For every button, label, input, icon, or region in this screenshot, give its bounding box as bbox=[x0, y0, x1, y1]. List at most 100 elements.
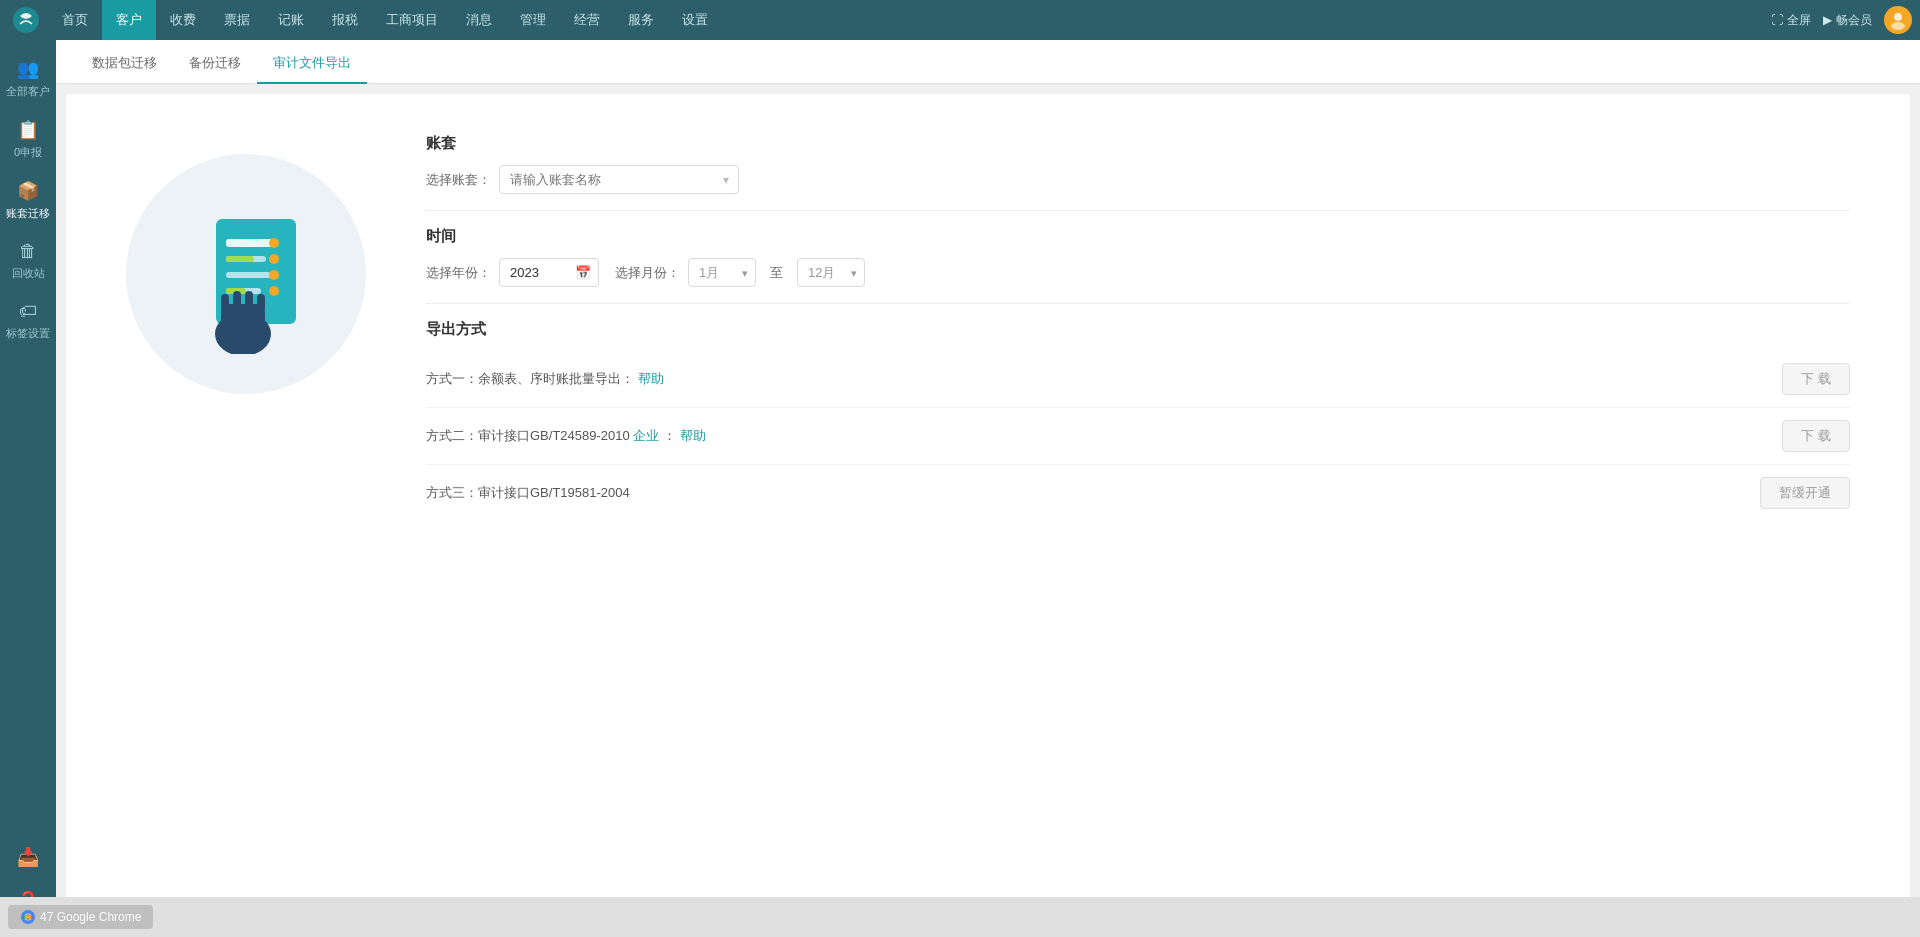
account-label: 选择账套： bbox=[426, 171, 491, 189]
nav-home[interactable]: 首页 bbox=[48, 0, 102, 40]
tab-data-migrate[interactable]: 数据包迁移 bbox=[76, 44, 173, 84]
sidebar-label-tag-settings: 标签设置 bbox=[6, 326, 50, 341]
nav-manage[interactable]: 管理 bbox=[506, 0, 560, 40]
method-2-download-button[interactable]: 下 载 bbox=[1782, 420, 1850, 452]
method-2-company-link[interactable]: 企业 bbox=[633, 428, 659, 443]
year-label: 选择年份： bbox=[426, 264, 491, 282]
method-2-help-link[interactable]: 帮助 bbox=[680, 428, 706, 443]
nav-customer[interactable]: 客户 bbox=[102, 0, 156, 40]
tabs-bar: 数据包迁移 备份迁移 审计文件导出 bbox=[56, 40, 1920, 84]
nav-items: 首页 客户 收费 票据 记账 报税 工商项目 消息 管理 经营 服务 设置 bbox=[48, 0, 1771, 40]
nav-right: ⛶ 全屏 ▶ 畅会员 bbox=[1771, 6, 1912, 34]
method-3-text: 方式三：审计接口GB/T19581-2004 bbox=[426, 485, 630, 500]
taskbar-chrome-button[interactable]: 47 Google Chrome bbox=[8, 905, 153, 929]
user-avatar[interactable] bbox=[1884, 6, 1912, 34]
method-1-text: 方式一：余额表、序时账批量导出： bbox=[426, 371, 634, 386]
svg-point-2 bbox=[1891, 22, 1905, 30]
svg-point-0 bbox=[13, 7, 39, 33]
top-nav: 首页 客户 收费 票据 记账 报税 工商项目 消息 管理 经营 服务 设置 ⛶ … bbox=[0, 0, 1920, 40]
divider-1 bbox=[426, 210, 1850, 211]
content-area: 数据包迁移 备份迁移 审计文件导出 bbox=[56, 40, 1920, 937]
customers-icon: 👥 bbox=[17, 58, 39, 80]
nav-tax[interactable]: 报税 bbox=[318, 0, 372, 40]
month-end-select[interactable]: 1月2月3月4月 5月6月7月8月 9月10月11月12月 bbox=[797, 258, 865, 287]
sidebar-item-tag-settings[interactable]: 🏷 标签设置 bbox=[0, 291, 56, 351]
download-icon: 📥 bbox=[17, 846, 39, 868]
member-label: 畅会员 bbox=[1836, 12, 1872, 29]
tab-backup-migrate[interactable]: 备份迁移 bbox=[173, 44, 257, 84]
nav-invoice[interactable]: 票据 bbox=[210, 0, 264, 40]
audit-export-container: 账套 选择账套： ▾ 时间 选择年份： bbox=[86, 114, 1890, 541]
nav-operation[interactable]: 经营 bbox=[560, 0, 614, 40]
nav-service[interactable]: 服务 bbox=[614, 0, 668, 40]
month-start-wrap: 1月2月3月4月 5月6月7月8月 9月10月11月12月 bbox=[688, 258, 756, 287]
sidebar-label-zero-declare: 0申报 bbox=[14, 145, 42, 160]
svg-rect-22 bbox=[25, 916, 31, 919]
tag-icon: 🏷 bbox=[19, 301, 37, 322]
year-input-wrap: 📅 bbox=[499, 258, 599, 287]
trash-icon: 🗑 bbox=[19, 241, 37, 262]
nav-settings[interactable]: 设置 bbox=[668, 0, 722, 40]
method-3-label: 方式三：审计接口GB/T19581-2004 bbox=[426, 484, 630, 502]
taskbar: 47 Google Chrome bbox=[0, 897, 1920, 937]
account-row: 选择账套： ▾ bbox=[426, 165, 1850, 194]
sidebar-label-all-customers: 全部客户 bbox=[6, 84, 50, 99]
svg-rect-6 bbox=[226, 272, 271, 278]
sidebar-item-all-customers[interactable]: 👥 全部客户 bbox=[0, 48, 56, 109]
section-export-title: 导出方式 bbox=[426, 320, 1850, 339]
svg-rect-4 bbox=[226, 239, 276, 247]
illustration bbox=[126, 154, 366, 394]
nav-business[interactable]: 工商项目 bbox=[372, 0, 452, 40]
method-1-download-button[interactable]: 下 载 bbox=[1782, 363, 1850, 395]
calendar-icon: 📅 bbox=[575, 265, 591, 280]
form-area: 账套 选择账套： ▾ 时间 选择年份： bbox=[426, 134, 1850, 521]
tab-audit-export[interactable]: 审计文件导出 bbox=[257, 44, 367, 84]
sidebar-item-zero-declare[interactable]: 📋 0申报 bbox=[0, 109, 56, 170]
time-row: 选择年份： 📅 选择月份： 1月2月3月4月 5月6月7月8月 9月10月11月… bbox=[426, 258, 1850, 287]
taskbar-chrome-label: 47 Google Chrome bbox=[40, 910, 141, 924]
divider-2 bbox=[426, 303, 1850, 304]
section-account-title: 账套 bbox=[426, 134, 1850, 153]
export-method-3: 方式三：审计接口GB/T19581-2004 暂缓开通 bbox=[426, 465, 1850, 521]
member-icon: ▶ bbox=[1823, 13, 1832, 27]
sidebar: 👥 全部客户 📋 0申报 📦 账套迁移 🗑 回收站 🏷 标签设置 📥 ❓ bbox=[0, 40, 56, 937]
svg-rect-19 bbox=[257, 294, 265, 311]
nav-account[interactable]: 记账 bbox=[264, 0, 318, 40]
method-2-colon: ： bbox=[663, 428, 676, 443]
fullscreen-label: 全屏 bbox=[1787, 12, 1811, 29]
month-label: 选择月份： bbox=[615, 264, 680, 282]
account-input[interactable] bbox=[499, 165, 739, 194]
sidebar-item-migrate[interactable]: 📦 账套迁移 bbox=[0, 170, 56, 231]
page-content: 账套 选择账套： ▾ 时间 选择年份： bbox=[66, 94, 1910, 927]
svg-rect-18 bbox=[245, 291, 253, 311]
separator-text: 至 bbox=[770, 264, 783, 282]
migrate-icon: 📦 bbox=[17, 180, 39, 202]
zero-declare-icon: 📋 bbox=[17, 119, 39, 141]
method-3-trial-button[interactable]: 暂缓开通 bbox=[1760, 477, 1850, 509]
svg-point-10 bbox=[269, 270, 279, 280]
chrome-icon bbox=[20, 909, 36, 925]
sidebar-label-trash: 回收站 bbox=[12, 266, 45, 281]
main-layout: 👥 全部客户 📋 0申报 📦 账套迁移 🗑 回收站 🏷 标签设置 📥 ❓ bbox=[0, 40, 1920, 937]
export-method-2: 方式二：审计接口GB/T24589-2010 企业 ： 帮助 下 载 bbox=[426, 408, 1850, 465]
svg-point-8 bbox=[269, 238, 279, 248]
section-time-title: 时间 bbox=[426, 227, 1850, 246]
export-method-1: 方式一：余额表、序时账批量导出： 帮助 下 载 bbox=[426, 351, 1850, 408]
sidebar-download-button[interactable]: 📥 bbox=[0, 837, 56, 877]
sidebar-item-trash[interactable]: 🗑 回收站 bbox=[0, 231, 56, 291]
nav-fee[interactable]: 收费 bbox=[156, 0, 210, 40]
sidebar-label-migrate: 账套迁移 bbox=[6, 206, 50, 221]
member-button[interactable]: ▶ 畅会员 bbox=[1823, 12, 1872, 29]
svg-rect-16 bbox=[221, 294, 229, 312]
app-logo bbox=[8, 2, 44, 38]
fullscreen-button[interactable]: ⛶ 全屏 bbox=[1771, 12, 1811, 29]
month-start-select[interactable]: 1月2月3月4月 5月6月7月8月 9月10月11月12月 bbox=[688, 258, 756, 287]
method-2-text: 方式二：审计接口GB/T24589-2010 bbox=[426, 428, 630, 443]
method-2-label: 方式二：审计接口GB/T24589-2010 企业 ： 帮助 bbox=[426, 427, 706, 445]
svg-point-9 bbox=[269, 254, 279, 264]
svg-rect-17 bbox=[233, 291, 241, 311]
fullscreen-icon: ⛶ bbox=[1771, 13, 1783, 27]
nav-message[interactable]: 消息 bbox=[452, 0, 506, 40]
method-1-help-link[interactable]: 帮助 bbox=[638, 371, 664, 386]
svg-rect-12 bbox=[226, 256, 254, 262]
